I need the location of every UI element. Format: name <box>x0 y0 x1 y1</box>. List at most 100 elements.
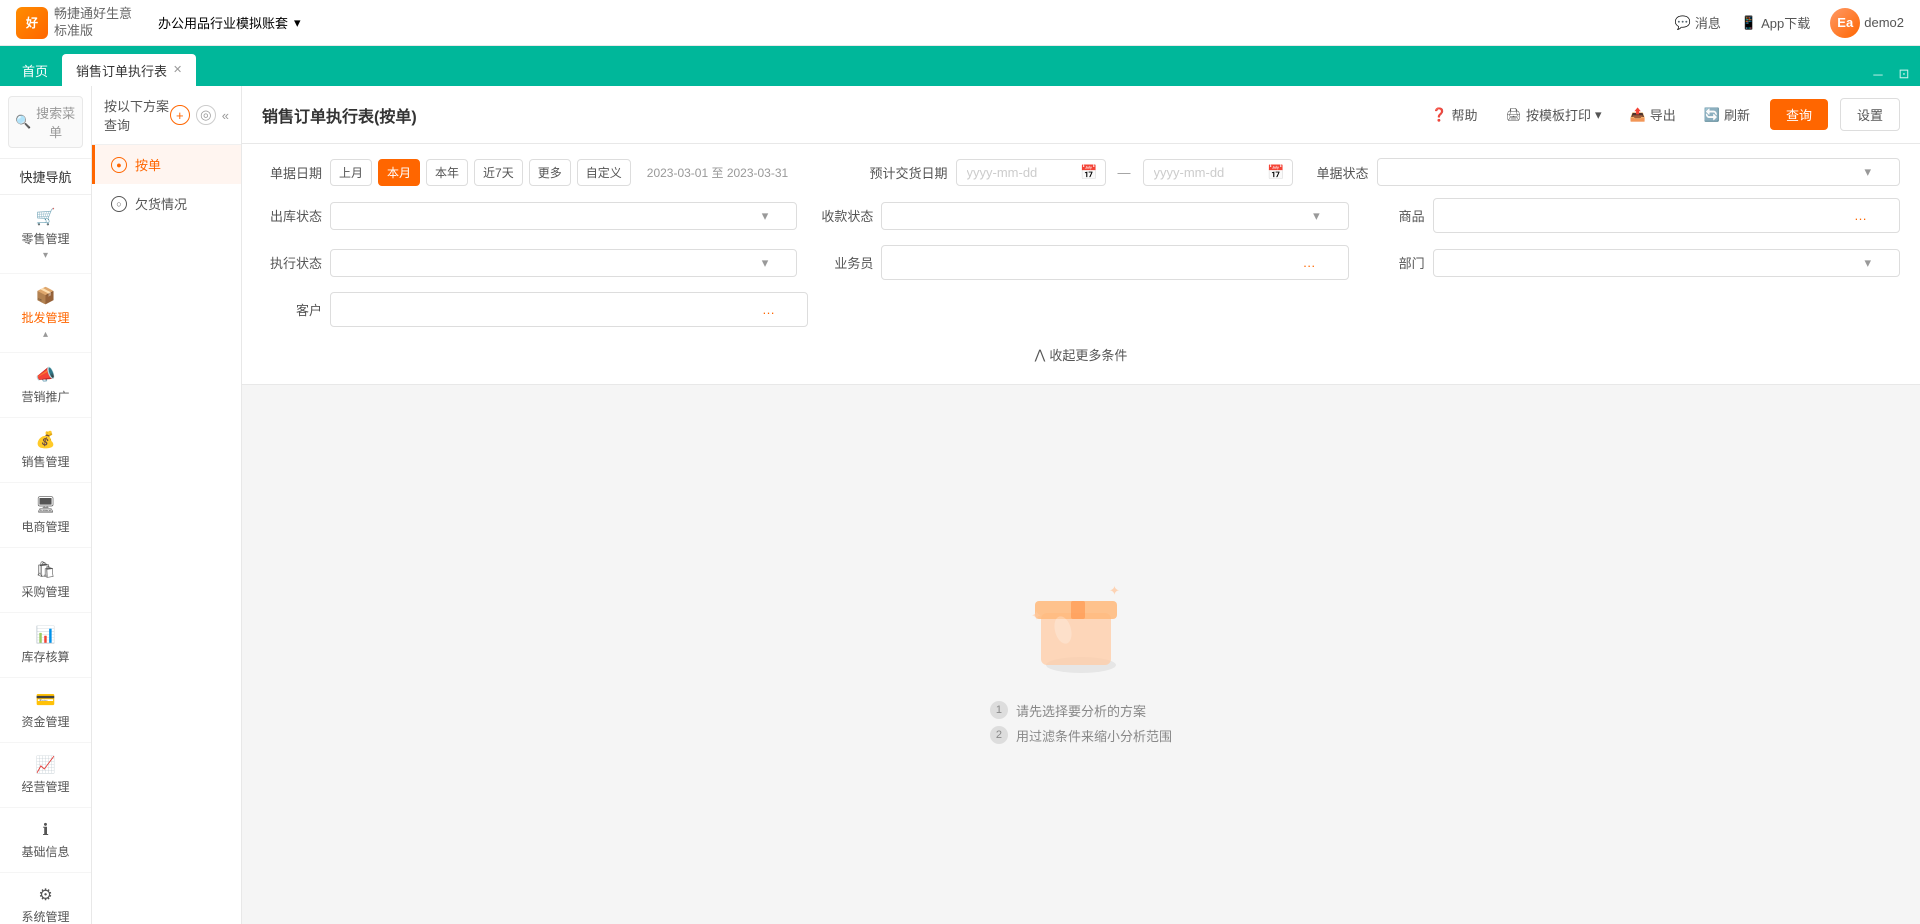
salesman-select[interactable]: … <box>881 245 1348 280</box>
filter-row-4: 客户 … <box>262 292 1900 327</box>
sidebar: 🔍 搜索菜单 快捷导航 🛒 零售管理 ▾ 📦 批发管理 ▴ 📣 营销推广 💰 销… <box>0 86 92 924</box>
date-last-7-days-button[interactable]: 近7天 <box>474 159 523 186</box>
settings-button[interactable]: 设置 <box>1840 98 1900 131</box>
tab-sales-order[interactable]: 销售订单执行表 ✕ <box>62 54 196 86</box>
search-menu-button[interactable]: 🔍 搜索菜单 <box>8 96 83 148</box>
search-icon: 🔍 <box>15 114 31 130</box>
payment-label: 收款状态 <box>813 206 873 225</box>
sub-nav-circle-button[interactable]: ◎ <box>196 105 216 125</box>
print-expand-icon: ▾ <box>1595 107 1602 123</box>
help-icon: ❓ <box>1431 107 1447 123</box>
status-select[interactable]: ▾ <box>1377 158 1901 186</box>
customer-label: 客户 <box>262 300 322 319</box>
date-custom-button[interactable]: 自定义 <box>577 159 631 186</box>
date-this-year-button[interactable]: 本年 <box>426 159 468 186</box>
filter-customer-item: 客户 … <box>262 292 808 327</box>
hint-number-1: 1 <box>990 701 1008 719</box>
expand-arrow-icon: ▴ <box>43 329 48 340</box>
exec-select[interactable]: ▾ <box>330 249 797 277</box>
date-dash: — <box>1118 165 1131 180</box>
main-area: 按以下方案查询 + ◎ « ● 按单 ○ <box>92 86 1920 924</box>
sidebar-item-operations[interactable]: 📈 经营管理 <box>0 743 91 808</box>
customer-select[interactable]: … <box>330 292 808 327</box>
calendar-start-icon[interactable]: 📅 <box>1080 164 1097 181</box>
delivery-chevron-icon: ▾ <box>762 208 769 224</box>
sidebar-item-retail[interactable]: 🛒 零售管理 ▾ <box>0 195 91 274</box>
sidebar-item-system[interactable]: ⚙ 系统管理 <box>0 873 91 924</box>
sidebar-item-marketing[interactable]: 📣 营销推广 <box>0 353 91 418</box>
finance-icon: 💳 <box>36 690 56 710</box>
dept-label: 部门 <box>1365 253 1425 272</box>
expand-arrow-icon: ▾ <box>43 250 48 261</box>
exec-label: 执行状态 <box>262 253 322 272</box>
query-button[interactable]: 查询 <box>1770 99 1828 130</box>
empty-hint-2: 2 用过滤条件来缩小分析范围 <box>990 726 1172 745</box>
sidebar-quick-nav[interactable]: 快捷导航 <box>0 159 91 195</box>
wholesale-icon: 📦 <box>36 286 56 306</box>
user-profile[interactable]: Ea demo2 <box>1830 8 1904 38</box>
sidebar-item-inventory[interactable]: 📊 库存核算 <box>0 613 91 678</box>
operations-icon: 📈 <box>36 755 56 775</box>
breadcrumb[interactable]: 办公用品行业模拟账套 ▾ <box>158 13 301 32</box>
page-content: 销售订单执行表(按单) ❓ 帮助 🖨 按模板打印 ▾ 📤 导出 <box>242 86 1920 924</box>
tab-home[interactable]: 首页 <box>8 54 62 86</box>
sub-nav-actions: + ◎ « <box>170 105 229 125</box>
sidebar-item-basic-info[interactable]: ℹ 基础信息 <box>0 808 91 873</box>
maximize-button[interactable]: ⊡ <box>1896 66 1912 82</box>
svg-text:✦: ✦ <box>1031 608 1042 623</box>
sidebar-item-purchase[interactable]: 🛍 采购管理 <box>0 548 91 613</box>
filter-salesman-item: 业务员 … <box>813 245 1348 280</box>
page-header: 销售订单执行表(按单) ❓ 帮助 🖨 按模板打印 ▾ 📤 导出 <box>242 86 1920 144</box>
sub-nav-item-by-order[interactable]: ● 按单 <box>92 145 241 184</box>
calendar-end-icon[interactable]: 📅 <box>1267 164 1284 181</box>
collapse-more-button[interactable]: ⋀ 收起更多条件 <box>262 339 1900 370</box>
by-order-icon: ● <box>111 157 127 173</box>
dept-select[interactable]: ▾ <box>1433 249 1900 277</box>
filter-status-item: 单据状态 ▾ <box>1309 158 1901 186</box>
header-left: 好 畅捷通好生意 标准版 办公用品行业模拟账套 ▾ <box>16 6 301 40</box>
payment-chevron-icon: ▾ <box>1313 208 1320 224</box>
goods-select[interactable]: … <box>1433 198 1900 233</box>
collapse-arrow-icon: ⋀ <box>1035 347 1046 363</box>
sidebar-item-finance[interactable]: 💳 资金管理 <box>0 678 91 743</box>
minimize-button[interactable]: ─ <box>1870 66 1886 82</box>
salesman-more-icon[interactable]: … <box>1299 251 1320 274</box>
print-button[interactable]: 🖨 按模板打印 ▾ <box>1498 101 1610 128</box>
delivery-select[interactable]: ▾ <box>330 202 797 230</box>
logo-text: 畅捷通好生意 标准版 <box>54 6 132 40</box>
sub-nav-collapse-button[interactable]: « <box>222 108 229 123</box>
sidebar-item-ecommerce[interactable]: 🖥 电商管理 <box>0 483 91 548</box>
tab-close-button[interactable]: ✕ <box>173 65 182 76</box>
ecommerce-icon: 🖥 <box>35 495 55 515</box>
status-chevron-icon: ▾ <box>1864 164 1871 180</box>
sales-icon: 💰 <box>36 430 56 450</box>
help-button[interactable]: ❓ 帮助 <box>1423 101 1485 128</box>
sub-nav-add-button[interactable]: + <box>170 105 190 125</box>
data-area: ✦ ✦ 1 请先选择要分析的方案 2 用过滤条件来缩小分析范围 <box>242 385 1920 924</box>
date-this-month-button[interactable]: 本月 <box>378 159 420 186</box>
export-icon: 📤 <box>1630 107 1646 123</box>
goods-more-icon[interactable]: … <box>1850 204 1871 227</box>
refresh-button[interactable]: 🔄 刷新 <box>1696 101 1758 128</box>
empty-state: ✦ ✦ 1 请先选择要分析的方案 2 用过滤条件来缩小分析范围 <box>990 565 1172 745</box>
export-button[interactable]: 📤 导出 <box>1622 101 1684 128</box>
sidebar-item-sales[interactable]: 💰 销售管理 <box>0 418 91 483</box>
breadcrumb-text: 办公用品行业模拟账套 <box>158 13 288 32</box>
sub-nav-title: 按以下方案查询 <box>104 96 170 134</box>
app-download-button[interactable]: 📱 App下载 <box>1741 13 1810 32</box>
customer-more-icon[interactable]: … <box>758 298 779 321</box>
window-controls: ─ ⊡ <box>1870 66 1912 86</box>
filter-goods-item: 商品 … <box>1365 198 1900 233</box>
message-button[interactable]: 💬 消息 <box>1675 13 1721 32</box>
date-more-button[interactable]: 更多 <box>529 159 571 186</box>
expected-date-start-input-wrapper: 📅 <box>956 159 1106 186</box>
expected-date-end-input-wrapper: 📅 <box>1143 159 1293 186</box>
sidebar-item-wholesale[interactable]: 📦 批发管理 ▴ <box>0 274 91 353</box>
delivery-label: 出库状态 <box>262 206 322 225</box>
date-last-month-button[interactable]: 上月 <box>330 159 372 186</box>
svg-text:✦: ✦ <box>1109 583 1120 598</box>
dept-chevron-icon: ▾ <box>1864 255 1871 271</box>
sub-nav-item-backorder[interactable]: ○ 欠货情况 <box>92 184 241 223</box>
main-content: 🔍 搜索菜单 快捷导航 🛒 零售管理 ▾ 📦 批发管理 ▴ 📣 营销推广 💰 销… <box>0 86 1920 924</box>
payment-select[interactable]: ▾ <box>881 202 1348 230</box>
